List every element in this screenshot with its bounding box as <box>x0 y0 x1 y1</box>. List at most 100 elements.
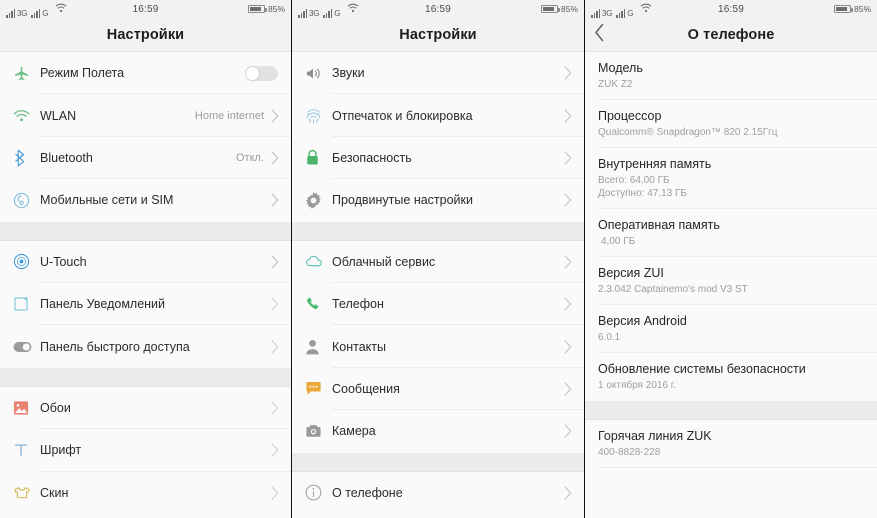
chevron-right-icon <box>271 401 280 415</box>
page-title: О телефоне <box>687 26 775 43</box>
list-item-label: U-Touch <box>40 254 87 269</box>
airplane-mode-toggle[interactable] <box>245 65 278 81</box>
cloud-icon <box>305 255 332 268</box>
list-item-label: Звуки <box>332 66 365 81</box>
status-bar: 3G G 16:59 85% <box>585 0 877 18</box>
phone-icon <box>305 296 332 312</box>
chevron-right-icon <box>564 108 573 123</box>
list-item-label: Панель Уведомлений <box>40 297 166 312</box>
section-divider <box>585 401 877 420</box>
three-phone-screenshots: 3G G 16:59 85% Настройки Режим Полета WL… <box>0 0 877 518</box>
wallpaper-icon <box>13 400 40 416</box>
chevron-right-icon <box>564 297 573 311</box>
info-row-value: 1 октября 2016 г. <box>598 380 676 391</box>
wifi-icon <box>13 109 40 123</box>
back-button[interactable] <box>594 18 618 51</box>
settings-list: Режим Полета WLAN Home internet Bluetoot… <box>0 52 291 514</box>
list-item-fingerprint-lock[interactable]: Отпечаток и блокировка <box>292 94 584 138</box>
info-row-hotline[interactable]: Горячая линия ZUK 400-8828-228 <box>585 420 877 468</box>
list-item-sounds[interactable]: Звуки <box>292 52 584 95</box>
battery-icon <box>540 5 560 13</box>
list-item-skin[interactable]: Скин <box>0 471 291 514</box>
list-item-label: WLAN <box>40 108 77 123</box>
list-item-value: Откл. <box>235 151 264 164</box>
nav-bar: О телефоне <box>585 18 877 52</box>
list-item-label: Продвинутые настройки <box>332 193 473 208</box>
list-item-wlan[interactable]: WLAN Home internet <box>0 94 291 138</box>
list-item-label: Безопасность <box>332 150 412 165</box>
chevron-right-icon <box>564 382 573 396</box>
info-row-zui-version[interactable]: Версия ZUI 2.3.042 Captainemo's mod V3 S… <box>585 257 877 305</box>
message-icon <box>305 381 332 396</box>
chevron-right-icon <box>564 339 573 354</box>
lock-icon <box>305 149 332 166</box>
info-row-title: Версия Android <box>598 314 687 328</box>
chevron-right-icon <box>564 66 573 80</box>
info-row-android-version[interactable]: Версия Android 6.0.1 <box>585 305 877 353</box>
list-item-phone[interactable]: Телефон <box>292 282 584 326</box>
page-title: Настройки <box>106 26 185 43</box>
chevron-right-icon <box>271 193 280 208</box>
chevron-right-icon <box>564 255 573 269</box>
list-item-messages[interactable]: Сообщения <box>292 367 584 411</box>
list-item-wallpaper[interactable]: Обои <box>0 386 291 430</box>
list-item-camera[interactable]: Камера <box>292 410 584 453</box>
bluetooth-icon <box>13 149 40 167</box>
list-item-airplane-mode[interactable]: Режим Полета <box>0 52 291 95</box>
list-item-notification-panel[interactable]: Панель Уведомлений <box>0 282 291 326</box>
section-divider <box>0 367 291 387</box>
sim-icon <box>13 192 40 209</box>
info-row-value-total: Всего: 64,00 ГБ <box>598 175 670 186</box>
settings-list: Звуки Отпечаток и блокировка Безопасност… <box>292 52 584 514</box>
chevron-right-icon <box>564 424 573 438</box>
list-item-u-touch[interactable]: U-Touch <box>0 240 291 284</box>
toggle-knob <box>246 66 259 80</box>
phone-screen-settings-top: 3G G 16:59 85% Настройки Режим Полета WL… <box>0 0 291 518</box>
skin-icon <box>13 486 40 500</box>
list-item-font[interactable]: Шрифт <box>0 429 291 472</box>
info-row-processor[interactable]: Процессор Qualcomm® Snapdragon™ 820 2.15… <box>585 100 877 148</box>
chevron-right-icon <box>271 255 280 269</box>
nav-bar: Настройки <box>292 18 584 52</box>
chevron-right-icon <box>271 486 280 500</box>
info-row-value: Qualcomm® Snapdragon™ 820 2.15Ггц <box>598 127 778 138</box>
battery-icon <box>247 5 267 13</box>
info-row-title: Обновление системы безопасности <box>598 362 806 376</box>
info-row-ram[interactable]: Оперативная память 4,00 ГБ <box>585 209 877 257</box>
info-row-title: Горячая линия ZUK <box>598 429 712 443</box>
section-divider <box>292 452 584 472</box>
notification-panel-icon <box>13 296 40 312</box>
list-item-label: Обои <box>40 400 71 415</box>
list-item-label: Отпечаток и блокировка <box>332 108 473 123</box>
phone-screen-about-phone: 3G G 16:59 85% О телефоне Модель ZUK Z2 … <box>585 0 877 518</box>
list-item-mobile-networks-sim[interactable]: Мобильные сети и SIM <box>0 179 291 222</box>
info-row-title: Процессор <box>598 109 662 123</box>
list-item-bluetooth[interactable]: Bluetooth Откл. <box>0 136 291 180</box>
list-item-label: О телефоне <box>332 485 403 500</box>
utouch-icon <box>13 253 40 270</box>
section-divider <box>0 221 291 241</box>
list-item-label: Телефон <box>332 297 384 312</box>
camera-icon <box>305 424 332 438</box>
info-row-title: Версия ZUI <box>598 266 664 280</box>
info-row-internal-storage[interactable]: Внутренняя память Всего: 64,00 ГБ Доступ… <box>585 148 877 209</box>
info-row-model[interactable]: Модель ZUK Z2 <box>585 52 877 100</box>
contacts-icon <box>305 339 332 355</box>
battery-icon <box>833 5 853 13</box>
list-item-label: Режим Полета <box>40 66 125 81</box>
gear-icon <box>305 191 332 209</box>
chevron-right-icon <box>271 151 280 165</box>
list-item-cloud-service[interactable]: Облачный сервис <box>292 240 584 284</box>
info-row-value: 6.0.1 <box>598 332 621 343</box>
status-bar: 3G G 16:59 85% <box>0 0 291 18</box>
info-row-value-available: Доступно: 47,13 ГБ <box>598 188 687 199</box>
list-item-security[interactable]: Безопасность <box>292 136 584 180</box>
list-item-quick-access-panel[interactable]: Панель быстрого доступа <box>0 325 291 368</box>
list-item-advanced-settings[interactable]: Продвинутые настройки <box>292 179 584 222</box>
info-row-security-patch[interactable]: Обновление системы безопасности 1 октябр… <box>585 353 877 401</box>
list-item-label: Контакты <box>332 339 386 354</box>
list-item-about-phone[interactable]: О телефоне <box>292 471 584 514</box>
list-item-contacts[interactable]: Контакты <box>292 325 584 369</box>
list-item-label: Панель быстрого доступа <box>40 339 190 354</box>
chevron-right-icon <box>271 108 280 123</box>
